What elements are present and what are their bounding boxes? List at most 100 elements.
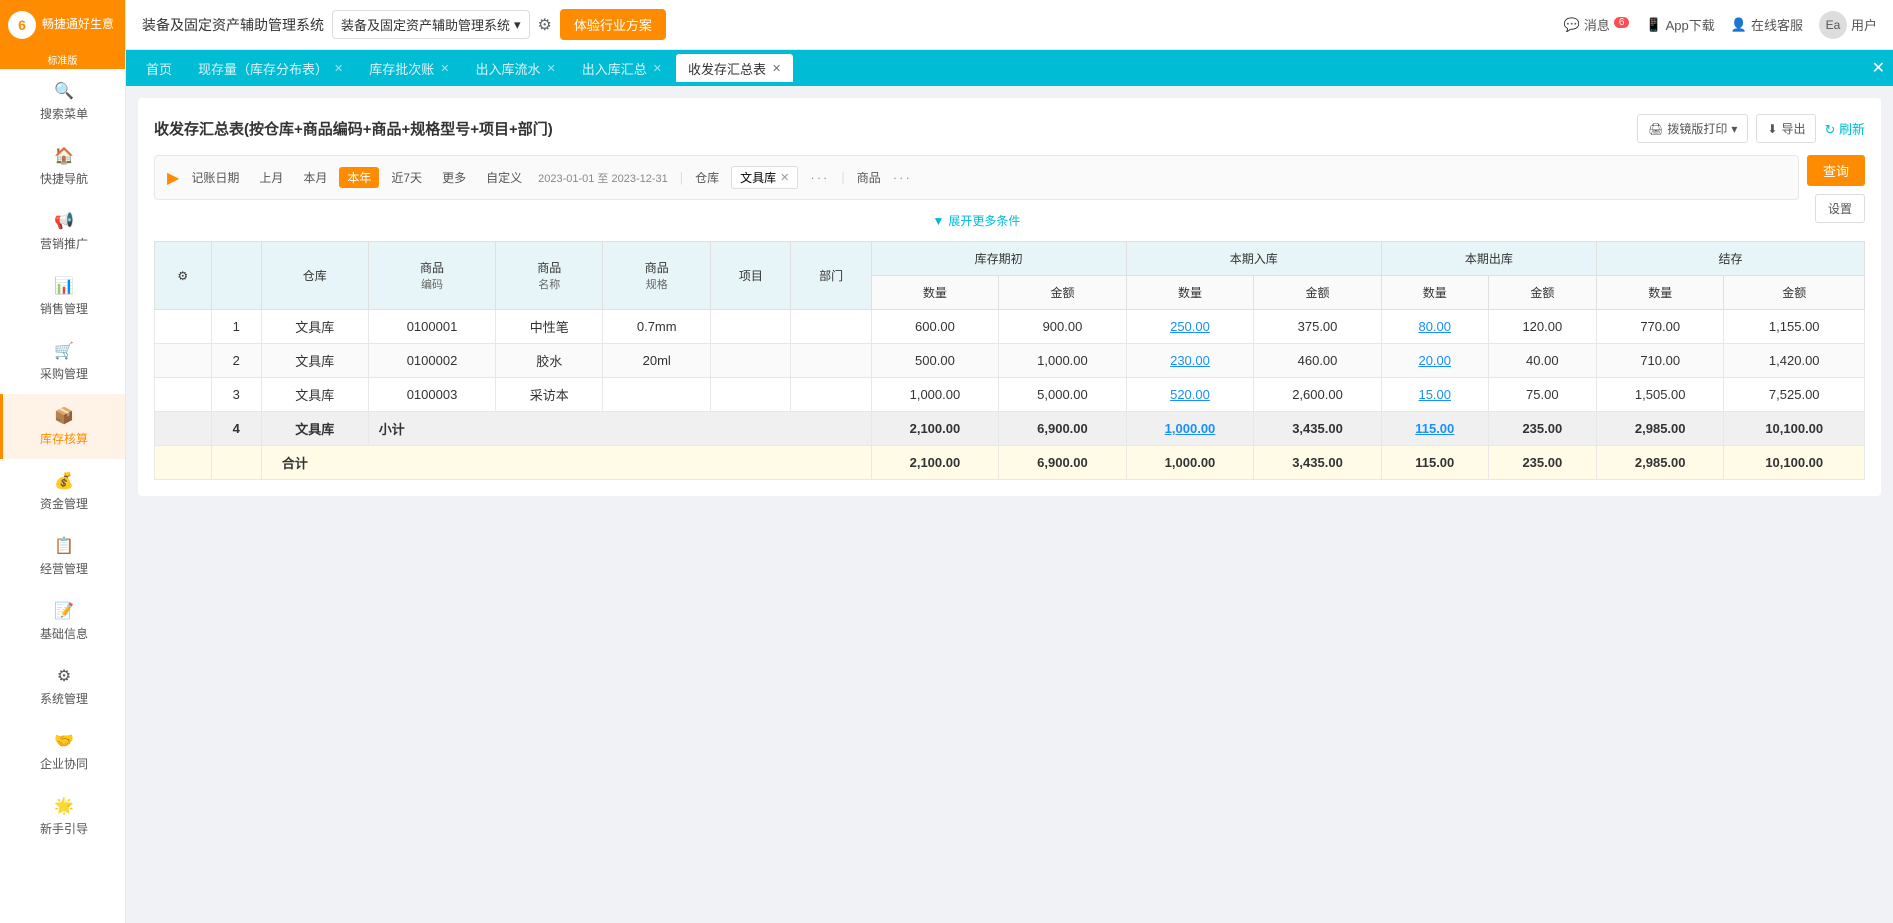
col-out-amt-header: 金额	[1488, 276, 1596, 310]
col-settings-header[interactable]: ⚙	[155, 242, 212, 310]
row-spec: 0.7mm	[603, 310, 711, 344]
sidebar-label-corp: 企业协同	[40, 755, 88, 772]
top-header: 装备及固定资产辅助管理系统 装备及固定资产辅助管理系统 ▾ ⚙ 体验行业方案 💬…	[126, 0, 1893, 50]
sidebar-item-basic[interactable]: 📝基础信息	[0, 589, 125, 654]
sidebar-item-quick-nav[interactable]: 🏠快捷导航	[0, 134, 125, 199]
subtotal-no: 4	[211, 412, 261, 446]
date-options: 上月 本月 本年 近7天 更多 自定义 2023-01-01 至 2023-12…	[251, 167, 667, 188]
col-in-amt-header: 金额	[1254, 276, 1382, 310]
warehouse-tag: 文具库 ✕	[731, 166, 798, 189]
query-button[interactable]: 查询	[1807, 155, 1865, 186]
filter-expand-arrow[interactable]: ▶	[167, 168, 179, 188]
filter-bar: ▶ 记账日期 上月 本月 本年 近7天 更多 自定义 2023-01-01 至 …	[154, 155, 1799, 200]
tab-1[interactable]: 现存量（库存分布表）✕	[186, 54, 355, 82]
print-button[interactable]: 🖨 拨镜版打印 ▾	[1637, 114, 1748, 143]
sidebar-label-sales: 销售管理	[40, 300, 88, 317]
tab-close-4[interactable]: ✕	[653, 62, 662, 75]
subtotal-warehouse: 文具库	[261, 412, 368, 446]
expand-conditions-button[interactable]: ▼ 展开更多条件	[933, 212, 1021, 229]
row-out-qty[interactable]: 15.00	[1381, 378, 1488, 412]
filter-divider: |	[680, 170, 683, 185]
total-in-amt: 3,435.00	[1254, 446, 1382, 480]
date-opt-this-month[interactable]: 本月	[295, 167, 335, 188]
refresh-button[interactable]: ↻ 刷新	[1824, 119, 1865, 138]
col-out-qty-header: 数量	[1381, 276, 1488, 310]
total-label-cell: 合计	[261, 446, 871, 480]
sidebar-item-operation[interactable]: 📋经营管理	[0, 524, 125, 589]
row-project	[711, 310, 791, 344]
tab-2[interactable]: 库存批次账✕	[357, 54, 461, 82]
row-spec: 20ml	[603, 344, 711, 378]
corp-icon: 🤝	[54, 731, 74, 751]
sidebar-item-inventory[interactable]: 📦库存核算	[0, 394, 125, 459]
tab-close-1[interactable]: ✕	[334, 62, 343, 75]
row-name: 采访本	[496, 378, 603, 412]
subtotal-bal-qty: 2,985.00	[1596, 412, 1724, 446]
message-badge: 6	[1614, 17, 1630, 28]
row-no: 1	[211, 310, 261, 344]
sidebar-item-search[interactable]: 🔍搜索菜单	[0, 69, 125, 134]
settings-button[interactable]: 设置	[1815, 194, 1865, 223]
main-area: 装备及固定资产辅助管理系统 装备及固定资产辅助管理系统 ▾ ⚙ 体验行业方案 💬…	[126, 0, 1893, 923]
row-out-qty[interactable]: 80.00	[1381, 310, 1488, 344]
logo-icon: 6	[8, 11, 36, 39]
date-range-display: 2023-01-01 至 2023-12-31	[538, 170, 668, 186]
warehouse-tag-text: 文具库	[740, 169, 776, 186]
sidebar-item-purchase[interactable]: 🛒采购管理	[0, 329, 125, 394]
subtotal-open-qty: 2,100.00	[871, 412, 999, 446]
tab-5[interactable]: 收发存汇总表✕	[676, 54, 793, 82]
tab-3[interactable]: 出入库流水✕	[463, 54, 567, 82]
table-wrap: ⚙ 仓库 商品编码 商品名称 商品规格 项目 部门 库存期初 本期入库 本期出库…	[154, 241, 1865, 480]
date-opt-this-year[interactable]: 本年	[339, 167, 379, 188]
warehouse-more-dots[interactable]: ···	[810, 170, 829, 185]
row-code: 0100001	[368, 310, 496, 344]
row-bal-amt: 1,155.00	[1724, 310, 1865, 344]
operation-icon: 📋	[54, 536, 74, 556]
row-out-qty[interactable]: 20.00	[1381, 344, 1488, 378]
col-open-qty-header: 数量	[871, 276, 999, 310]
tab-0[interactable]: 首页	[134, 54, 184, 82]
row-warehouse: 文具库	[261, 378, 368, 412]
row-name: 中性笔	[496, 310, 603, 344]
settings-gear-button[interactable]: ⚙	[538, 15, 552, 35]
tab-bar-close-button[interactable]: ✕	[1872, 58, 1885, 78]
col-in-qty-header: 数量	[1126, 276, 1254, 310]
col-name-header: 商品名称	[496, 242, 603, 310]
row-in-qty[interactable]: 520.00	[1126, 378, 1254, 412]
inventory-icon: 📦	[54, 406, 74, 426]
avatar: Ea	[1819, 11, 1847, 39]
sidebar-item-sales[interactable]: 📊 销售管理	[0, 264, 125, 329]
row-out-amt: 40.00	[1488, 344, 1596, 378]
sales-icon: 📊	[54, 276, 74, 296]
sidebar-item-marketing[interactable]: 📢营销推广	[0, 199, 125, 264]
date-opt-more[interactable]: 更多	[434, 167, 474, 188]
export-button[interactable]: ⬇ 导出	[1756, 114, 1816, 143]
tab-close-2[interactable]: ✕	[440, 62, 449, 75]
tab-4[interactable]: 出入库汇总✕	[570, 54, 674, 82]
user-menu[interactable]: Ea 用户	[1819, 11, 1877, 39]
try-industry-button[interactable]: 体验行业方案	[560, 9, 666, 40]
date-opt-last-month[interactable]: 上月	[251, 167, 291, 188]
row-in-qty[interactable]: 230.00	[1126, 344, 1254, 378]
phone-icon: 📱	[1645, 17, 1661, 33]
row-in-amt: 460.00	[1254, 344, 1382, 378]
sidebar-item-guide[interactable]: 🌟新手引导	[0, 784, 125, 849]
date-opt-custom[interactable]: 自定义	[478, 167, 530, 188]
system-dropdown[interactable]: 装备及固定资产辅助管理系统 ▾	[332, 10, 530, 39]
col-balance-header: 结存	[1596, 242, 1864, 276]
row-code: 0100002	[368, 344, 496, 378]
message-button[interactable]: 💬 消息 6	[1564, 15, 1630, 34]
sidebar-item-system[interactable]: ⚙系统管理	[0, 654, 125, 719]
app-download-button[interactable]: 📱 App下载	[1645, 15, 1714, 34]
row-in-qty[interactable]: 250.00	[1126, 310, 1254, 344]
sidebar-item-corp[interactable]: 🤝 企业协同	[0, 719, 125, 784]
warehouse-tag-close[interactable]: ✕	[780, 171, 789, 184]
total-open-qty: 2,100.00	[871, 446, 999, 480]
tab-close-3[interactable]: ✕	[547, 62, 556, 75]
sidebar-label-marketing: 营销推广	[40, 235, 88, 252]
online-service-button[interactable]: 👤 在线客服	[1731, 15, 1803, 34]
tab-close-5[interactable]: ✕	[772, 62, 781, 75]
goods-more-dots[interactable]: ···	[893, 170, 912, 185]
date-opt-7days[interactable]: 近7天	[383, 167, 430, 188]
sidebar-item-finance[interactable]: 💰资金管理	[0, 459, 125, 524]
